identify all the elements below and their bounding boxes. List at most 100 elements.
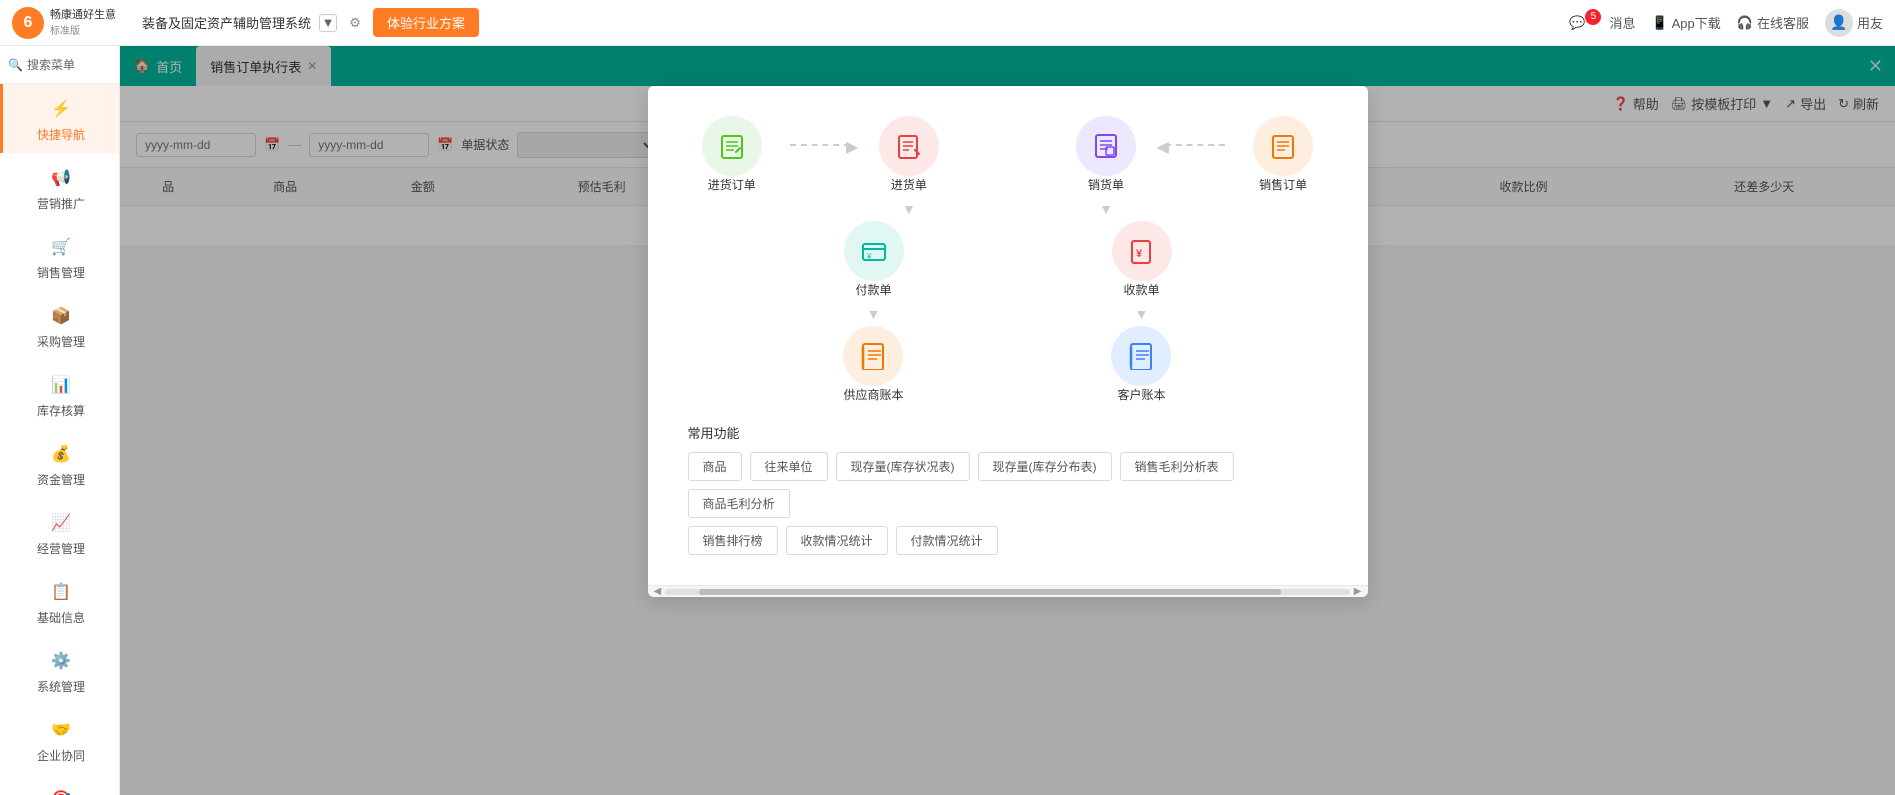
sidebar-item-sales[interactable]: 🛒 销售管理 (0, 222, 119, 291)
func-btn-partner[interactable]: 往来单位 (750, 452, 828, 481)
scroll-right-icon[interactable]: ▶ (1354, 586, 1362, 597)
avatar: 👤 (1825, 9, 1853, 37)
sales-bill-icon (1076, 116, 1136, 176)
flow-node-sales-bill: 销货单 (1076, 116, 1136, 193)
inventory-icon: 📊 (46, 370, 76, 400)
search-menu-button[interactable]: 🔍 搜索菜单 (0, 46, 119, 84)
header-right: 💬 5 消息 📱 App下载 🎧 在线客服 👤 用友 (1569, 9, 1883, 37)
arrow-1: ▶ (790, 144, 850, 166)
sidebar-item-label: 基础信息 (37, 609, 85, 626)
modal-content: 进货订单 ▶ (648, 86, 1368, 585)
finance-icon: 💰 (46, 439, 76, 469)
sales-order-label: 销售订单 (1259, 176, 1307, 193)
message-button[interactable]: 💬 5 消息 (1569, 13, 1635, 32)
sidebar-item-marketing[interactable]: 📢 营销推广 (0, 153, 119, 222)
payment-label: 付款单 (855, 281, 891, 298)
online-service-button[interactable]: 🎧 在线客服 (1737, 13, 1809, 32)
func-btn-stock-dist[interactable]: 现存量(库存分布表) (978, 452, 1112, 481)
modal-scrollbar[interactable]: ◀ ▶ (648, 585, 1368, 597)
purchase-order-label: 进货订单 (708, 176, 756, 193)
sidebar-item-finance[interactable]: 💰 资金管理 (0, 429, 119, 498)
function-buttons-row1: 商品 往来单位 现存量(库存状况表) 现存量(库存分布表) 销售毛利分析表 商品… (688, 452, 1328, 518)
cooperation-icon: 🤝 (46, 715, 76, 745)
modal-box: 进货订单 ▶ (648, 86, 1368, 597)
sidebar-item-cooperation[interactable]: 🤝 企业协同 (0, 705, 119, 774)
business-icon: 📈 (46, 508, 76, 538)
user-name: 用友 (1857, 13, 1883, 32)
receipt-label: 收款单 (1123, 281, 1159, 298)
func-btn-payment-stats[interactable]: 付款情况统计 (896, 526, 998, 555)
search-menu-label: 搜索菜单 (27, 56, 75, 73)
logo-icon: 6 (12, 7, 44, 39)
sidebar-item-business[interactable]: 📈 经营管理 (0, 498, 119, 567)
top-header: 6 畅康通好生意 标准版 装备及固定资产辅助管理系统 ▼ ⚙ 体验行业方案 💬 … (0, 0, 1895, 46)
sidebar-item-label: 营销推广 (37, 195, 85, 212)
app-download-label: App下载 (1672, 13, 1721, 32)
header-middle: 装备及固定资产辅助管理系统 ▼ ⚙ 体验行业方案 (132, 8, 1569, 37)
customer-account-label: 客户账本 (1117, 386, 1165, 403)
logo-sub: 标准版 (50, 22, 116, 37)
func-btn-sales-profit[interactable]: 销售毛利分析表 (1120, 452, 1234, 481)
download-icon: 📱 (1651, 15, 1667, 31)
sidebar-item-label: 经营管理 (37, 540, 85, 557)
sales-order-icon (1253, 116, 1313, 176)
sidebar-item-label: 资金管理 (37, 471, 85, 488)
app-download-button[interactable]: 📱 App下载 (1651, 13, 1720, 32)
purchase-bill-icon (879, 116, 939, 176)
supplier-account-label: 供应商账本 (843, 386, 903, 403)
sidebar-item-system[interactable]: ⚙️ 系统管理 (0, 636, 119, 705)
sidebar-item-inventory[interactable]: 📊 库存核算 (0, 360, 119, 429)
gear-icon[interactable]: ⚙ (345, 13, 365, 33)
dropdown-arrow-icon[interactable]: ▼ (319, 14, 337, 32)
online-service-label: 在线客服 (1757, 13, 1809, 32)
common-functions-section: 常用功能 商品 往来单位 现存量(库存状况表) 现存量(库存分布表) 销售毛利分… (688, 423, 1328, 555)
func-btn-receipt-stats[interactable]: 收款情况统计 (786, 526, 888, 555)
scrollbar-thumb (699, 589, 1281, 595)
flow-node-supplier-account: 供应商账本 (843, 326, 903, 403)
common-functions-title: 常用功能 (688, 423, 1328, 442)
func-btn-product-profit[interactable]: 商品毛利分析 (688, 489, 790, 518)
sidebar: 🔍 搜索菜单 ⚡ 快捷导航 📢 营销推广 🛒 销售管理 📦 采购管理 📊 库存核… (0, 46, 120, 795)
quick-nav-icon: ⚡ (46, 94, 76, 124)
search-icon: 🔍 (8, 58, 23, 72)
sidebar-item-label: 采购管理 (37, 333, 85, 350)
sidebar-item-label: 销售管理 (37, 264, 85, 281)
flow-node-purchase-bill: 进货单 (879, 116, 939, 193)
svg-text:¥: ¥ (866, 252, 872, 261)
func-btn-product[interactable]: 商品 (688, 452, 742, 481)
down-arrow-1: ▼ (879, 201, 939, 217)
svg-text:¥: ¥ (1136, 248, 1143, 260)
sidebar-item-quick-nav[interactable]: ⚡ 快捷导航 (0, 84, 119, 153)
flow-node-receipt: ¥ 收款单 (1112, 221, 1172, 298)
supplier-account-icon (843, 326, 903, 386)
user-profile-button[interactable]: 👤 用友 (1825, 9, 1883, 37)
sidebar-item-purchase[interactable]: 📦 采购管理 (0, 291, 119, 360)
sales-icon: 🛒 (46, 232, 76, 262)
sidebar-item-label: 企业协同 (37, 747, 85, 764)
marketing-icon: 📢 (46, 163, 76, 193)
scroll-left-icon[interactable]: ◀ (654, 586, 662, 597)
sales-bill-label: 销货单 (1088, 176, 1124, 193)
flow-node-customer-account: 客户账本 (1111, 326, 1171, 403)
purchase-bill-label: 进货单 (891, 176, 927, 193)
purchase-order-icon (702, 116, 762, 176)
sidebar-item-base-info[interactable]: 📋 基础信息 (0, 567, 119, 636)
trial-button[interactable]: 体验行业方案 (373, 8, 479, 37)
flow-node-payment: ¥ 付款单 (844, 221, 904, 298)
down-arrow-4: ▼ (1112, 306, 1172, 322)
purchase-icon: 📦 (46, 301, 76, 331)
arrow-2: ◀ (1165, 144, 1225, 166)
system-icon: ⚙️ (46, 646, 76, 676)
func-btn-stock-status[interactable]: 现存量(库存状况表) (836, 452, 970, 481)
down-arrow-2: ▼ (1076, 201, 1136, 217)
scrollbar-track[interactable] (665, 589, 1350, 595)
sidebar-nav: ⚡ 快捷导航 📢 营销推广 🛒 销售管理 📦 采购管理 📊 库存核算 💰 资金管… (0, 84, 119, 795)
message-label: 消息 (1609, 13, 1635, 32)
system-title: 装备及固定资产辅助管理系统 (142, 13, 311, 32)
message-badge: 5 (1585, 9, 1601, 25)
down-arrow-3: ▼ (844, 306, 904, 322)
func-btn-sales-ranking[interactable]: 销售排行榜 (688, 526, 778, 555)
modal-overlay[interactable]: 进货订单 ▶ (120, 46, 1895, 795)
sidebar-item-guide[interactable]: 🎯 新手引导 (0, 774, 119, 795)
guide-icon: 🎯 (46, 784, 76, 795)
